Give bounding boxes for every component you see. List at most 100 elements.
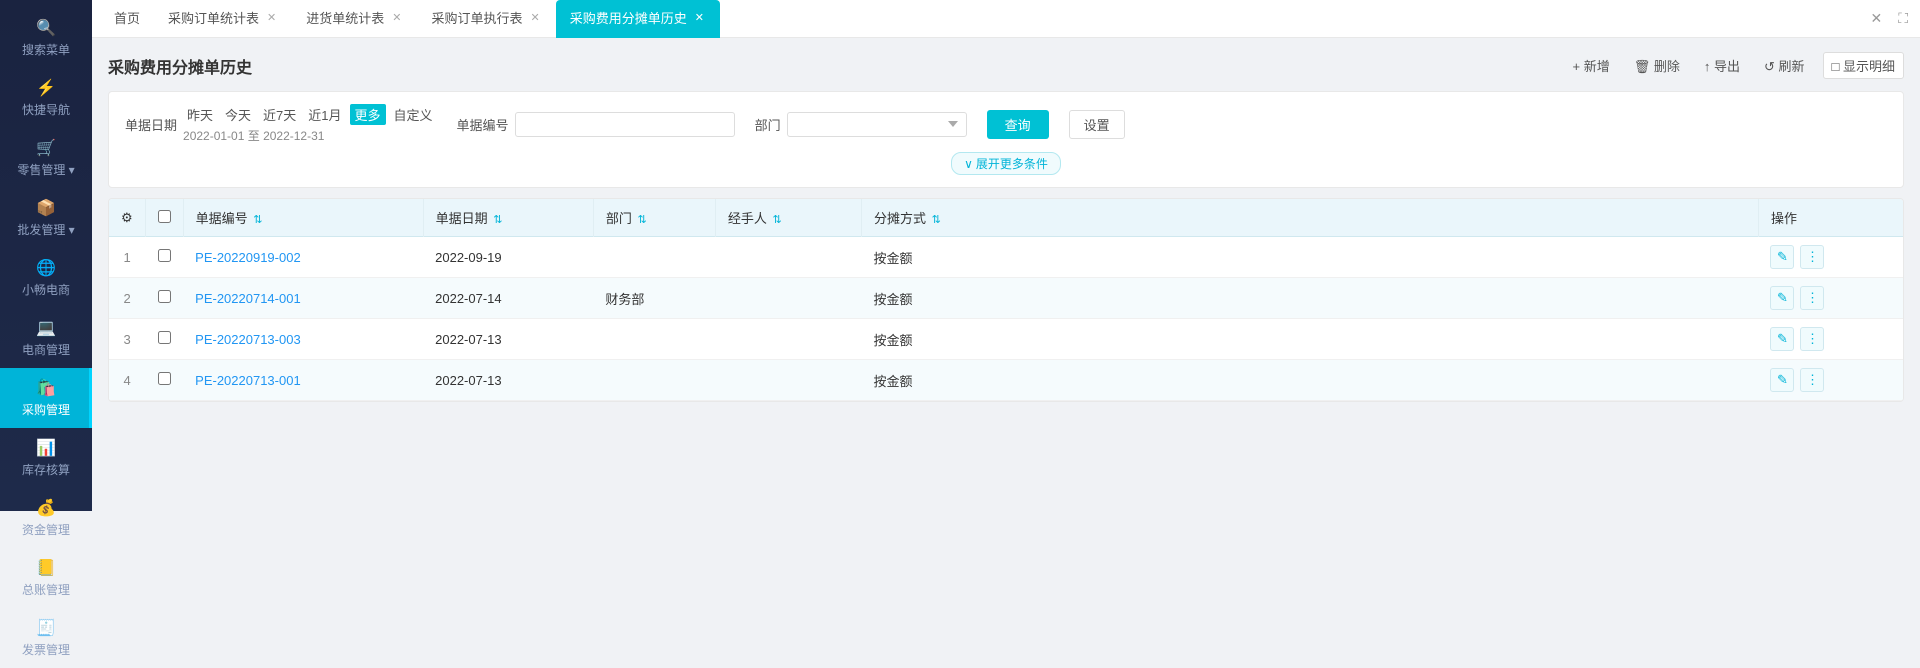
- sidebar-label-wholesale: 批发管理: [17, 223, 65, 237]
- tab-purchase-cost[interactable]: 采购费用分摊单历史 ✕: [556, 0, 720, 38]
- tab-label-purchase-cost: 采购费用分摊单历史: [570, 8, 687, 27]
- data-table: ⚙ 单据编号 ⇅ 单据日期 ⇅ 部门 ⇅: [109, 199, 1903, 401]
- tab-bar-actions: ✕ ⛶: [1866, 8, 1912, 29]
- row-docno-1[interactable]: PE-20220714-001: [183, 278, 423, 319]
- select-all-checkbox[interactable]: [158, 210, 171, 223]
- shortcut-today[interactable]: 今天: [221, 104, 255, 125]
- row-split-2: 按金额: [861, 319, 1758, 360]
- filter-area: 单据日期 昨天 今天 近7天 近1月 更多 自定义 2022-01-01 至 2…: [108, 91, 1904, 188]
- sidebar-item-wholesale[interactable]: 📦批发管理 ▾: [0, 188, 92, 248]
- filter-settings-button[interactable]: 设置: [1069, 110, 1125, 139]
- sidebar-item-ledger[interactable]: 📒总账管理: [0, 548, 92, 608]
- data-table-container: ⚙ 单据编号 ⇅ 单据日期 ⇅ 部门 ⇅: [108, 198, 1904, 402]
- sidebar-item-invoice[interactable]: 🧾发票管理: [0, 608, 92, 668]
- row-num-1: 2: [109, 278, 145, 319]
- tab-purchase-summary[interactable]: 采购订单统计表✕: [154, 0, 292, 38]
- tab-inbound-summary[interactable]: 进货单统计表✕: [292, 0, 417, 38]
- row-edit-btn-2[interactable]: ✎: [1770, 327, 1794, 351]
- sort-icon-operator: ⇅: [772, 214, 781, 226]
- filter-row: 单据日期 昨天 今天 近7天 近1月 更多 自定义 2022-01-01 至 2…: [125, 104, 1887, 144]
- row-dept-3: [593, 360, 715, 401]
- date-filter-col: 昨天 今天 近7天 近1月 更多 自定义 2022-01-01 至 2022-1…: [183, 104, 437, 144]
- row-check-2[interactable]: [158, 331, 171, 344]
- window-maximize-icon[interactable]: ⛶: [1894, 8, 1912, 29]
- show-cols-button[interactable]: □ 显示明细: [1823, 52, 1904, 79]
- sidebar-label-finance: 资金管理: [22, 523, 70, 537]
- sidebar-icon-wholesale: 📦: [4, 198, 88, 218]
- sidebar-item-search[interactable]: 🔍搜索菜单: [0, 8, 92, 68]
- row-check-3[interactable]: [158, 372, 171, 385]
- add-button[interactable]: + 新增: [1567, 52, 1616, 79]
- table-header: ⚙ 单据编号 ⇅ 单据日期 ⇅ 部门 ⇅: [109, 199, 1903, 237]
- sidebar-label-micro: 小畅电商: [22, 283, 70, 297]
- shortcut-1month[interactable]: 近1月: [304, 104, 345, 125]
- sidebar-item-finance[interactable]: 💰资金管理: [0, 488, 92, 548]
- row-edit-btn-0[interactable]: ✎: [1770, 245, 1794, 269]
- tab-close-purchase-cost[interactable]: ✕: [693, 10, 706, 25]
- row-checkbox-1[interactable]: [145, 278, 183, 319]
- col-operator[interactable]: 经手人 ⇅: [715, 199, 861, 237]
- row-actions-1: ✎ ⋮: [1758, 278, 1903, 319]
- sort-icon-split-method: ⇅: [932, 214, 941, 226]
- row-operator-3: [715, 360, 861, 401]
- delete-button[interactable]: 🗑 删除: [1628, 52, 1686, 79]
- shortcut-custom[interactable]: 自定义: [390, 104, 437, 125]
- page-header: 采购费用分摊单历史 + 新增 🗑 删除 ↑ 导出 ↺ 刷新 □ 显示明细: [108, 52, 1904, 79]
- docno-filter-group: 单据编号: [457, 112, 735, 137]
- tab-close-purchase-execute[interactable]: ✕: [529, 10, 542, 25]
- row-dept-1: 财务部: [593, 278, 715, 319]
- search-button[interactable]: 查询: [987, 110, 1049, 139]
- tab-home[interactable]: 首页: [100, 0, 154, 38]
- tab-label-home: 首页: [114, 8, 140, 27]
- date-shortcuts: 昨天 今天 近7天 近1月 更多 自定义: [183, 104, 437, 125]
- expand-more-button[interactable]: ∨ 展开更多条件: [951, 152, 1061, 175]
- row-more-btn-2[interactable]: ⋮: [1800, 327, 1824, 351]
- docno-input[interactable]: [515, 112, 735, 137]
- sidebar-item-quick[interactable]: ⚡快捷导航: [0, 68, 92, 128]
- col-doc-no[interactable]: 单据编号 ⇅: [183, 199, 423, 237]
- export-button[interactable]: ↑ 导出: [1698, 52, 1746, 79]
- row-docno-3[interactable]: PE-20220713-001: [183, 360, 423, 401]
- row-edit-btn-1[interactable]: ✎: [1770, 286, 1794, 310]
- row-check-0[interactable]: [158, 249, 171, 262]
- col-split-method[interactable]: 分摊方式 ⇅: [861, 199, 1758, 237]
- row-checkbox-3[interactable]: [145, 360, 183, 401]
- row-docno-2[interactable]: PE-20220713-003: [183, 319, 423, 360]
- col-operator-label: 经手人: [728, 211, 767, 226]
- refresh-button[interactable]: ↺ 刷新: [1758, 52, 1811, 79]
- row-checkbox-2[interactable]: [145, 319, 183, 360]
- row-checkbox-0[interactable]: [145, 237, 183, 278]
- row-more-btn-3[interactable]: ⋮: [1800, 368, 1824, 392]
- row-split-0: 按金额: [861, 237, 1758, 278]
- row-edit-btn-3[interactable]: ✎: [1770, 368, 1794, 392]
- dept-filter-label: 部门: [755, 115, 781, 134]
- row-date-2: 2022-07-13: [423, 319, 593, 360]
- shortcut-7days[interactable]: 近7天: [259, 104, 300, 125]
- sidebar-item-purchase[interactable]: 🛍️采购管理: [0, 368, 92, 428]
- sidebar-item-inventory[interactable]: 📊库存核算: [0, 428, 92, 488]
- col-checkbox[interactable]: [145, 199, 183, 237]
- row-date-0: 2022-09-19: [423, 237, 593, 278]
- col-split-method-label: 分摊方式: [874, 211, 926, 226]
- row-split-1: 按金额: [861, 278, 1758, 319]
- sidebar-item-ecommerce[interactable]: 💻电商管理: [0, 308, 92, 368]
- row-more-btn-1[interactable]: ⋮: [1800, 286, 1824, 310]
- col-doc-no-label: 单据编号: [196, 211, 248, 226]
- tab-close-purchase-summary[interactable]: ✕: [265, 10, 278, 25]
- sidebar-item-micro[interactable]: 🌐小畅电商: [0, 248, 92, 308]
- tab-purchase-execute[interactable]: 采购订单执行表✕: [417, 0, 555, 38]
- shortcut-more[interactable]: 更多: [350, 104, 386, 125]
- window-close-icon[interactable]: ✕: [1866, 8, 1886, 29]
- tab-close-inbound-summary[interactable]: ✕: [390, 10, 403, 25]
- col-dept[interactable]: 部门 ⇅: [593, 199, 715, 237]
- row-num-3: 4: [109, 360, 145, 401]
- row-num-2: 3: [109, 319, 145, 360]
- dept-select[interactable]: 财务部: [787, 112, 967, 137]
- shortcut-yesterday[interactable]: 昨天: [183, 104, 217, 125]
- sidebar-item-retail[interactable]: 🛒零售管理 ▾: [0, 128, 92, 188]
- row-docno-0[interactable]: PE-20220919-002: [183, 237, 423, 278]
- col-settings[interactable]: ⚙: [109, 199, 145, 237]
- row-more-btn-0[interactable]: ⋮: [1800, 245, 1824, 269]
- row-check-1[interactable]: [158, 290, 171, 303]
- col-doc-date[interactable]: 单据日期 ⇅: [423, 199, 593, 237]
